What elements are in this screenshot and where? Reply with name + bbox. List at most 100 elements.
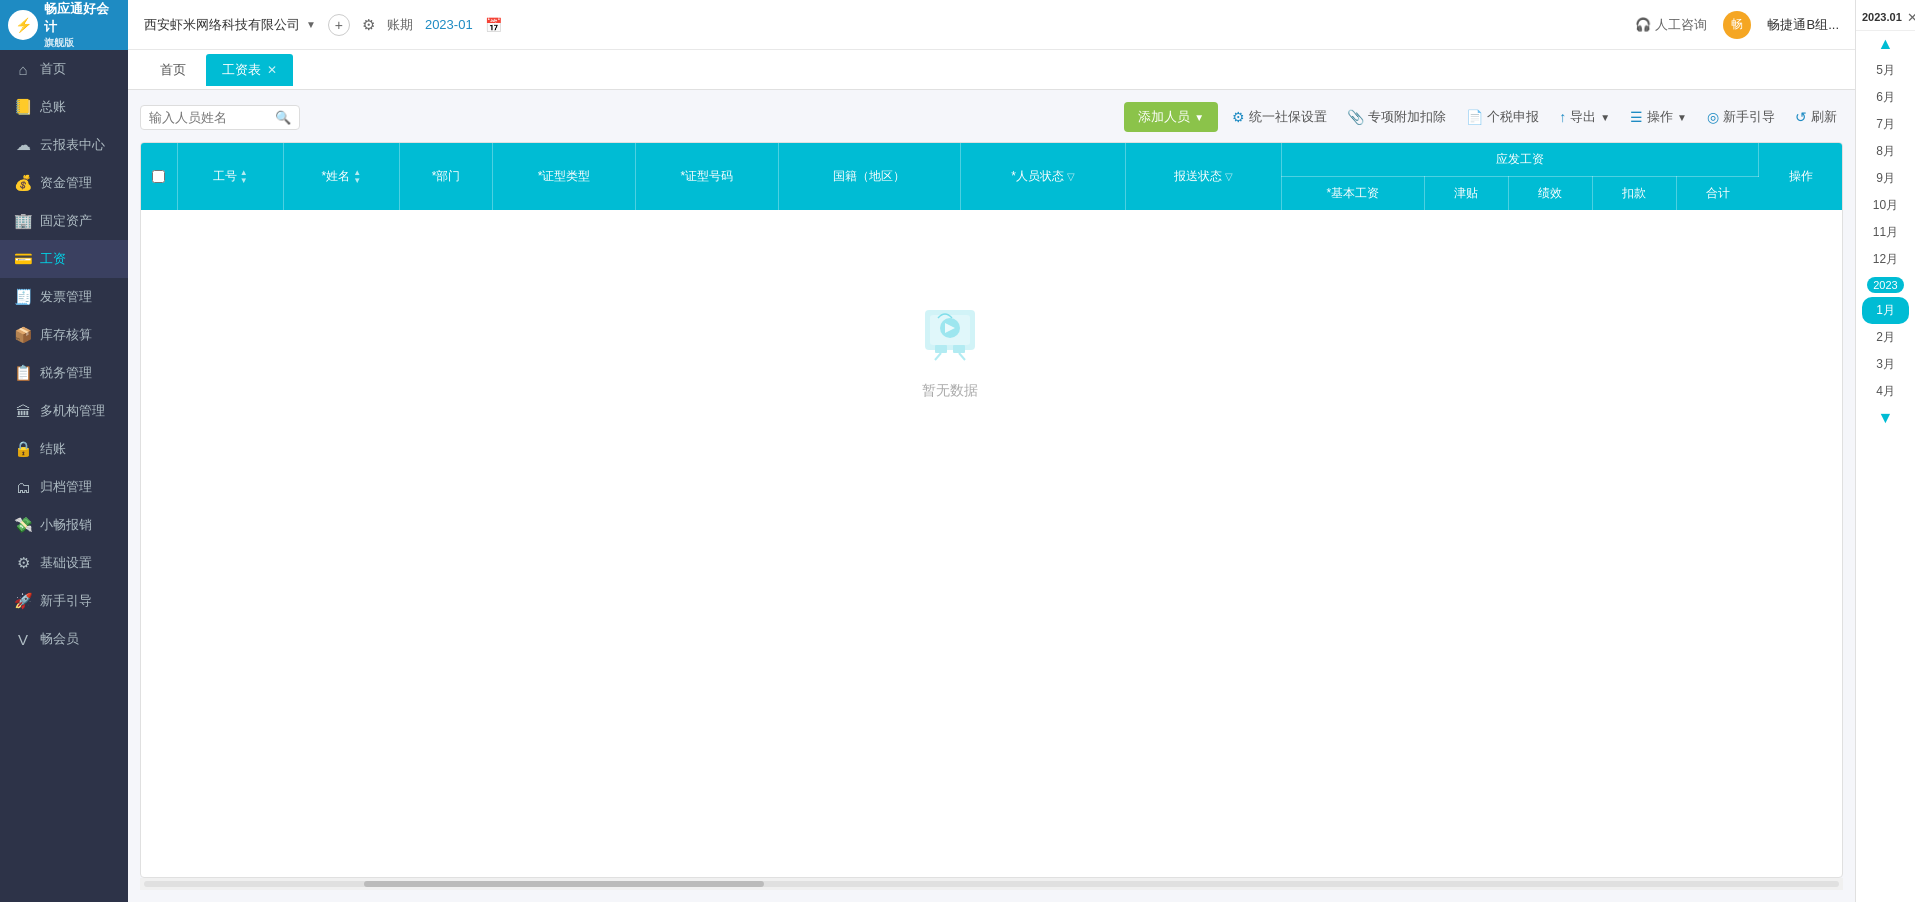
header-right: 🎧 人工咨询 畅 畅捷通B组... — [1635, 11, 1839, 39]
sidebar-label-assets: 固定资产 — [40, 212, 92, 230]
sidebar-item-archive[interactable]: 🗂 归档管理 — [0, 468, 128, 506]
sidebar-item-settings[interactable]: ⚙ 基础设置 — [0, 544, 128, 582]
tab-home[interactable]: 首页 — [144, 54, 202, 86]
export-label: 导出 — [1570, 108, 1596, 126]
support-button[interactable]: 🎧 人工咨询 — [1635, 16, 1707, 34]
sidebar-item-ledger[interactable]: 📒 总账 — [0, 88, 128, 126]
sidebar-item-multi-org[interactable]: 🏛 多机构管理 — [0, 392, 128, 430]
calendar-month-9[interactable]: 9月 — [1856, 165, 1915, 192]
sidebar-label-inventory: 库存核算 — [40, 326, 92, 344]
operations-button[interactable]: ☰ 操作 ▼ — [1624, 104, 1693, 130]
special-deduction-button[interactable]: 📎 专项附加扣除 — [1341, 104, 1452, 130]
tax-icon: 📋 — [14, 364, 32, 382]
personal-tax-label: 个税申报 — [1487, 108, 1539, 126]
guide-icon: 🚀 — [14, 592, 32, 610]
sidebar-item-invoice[interactable]: 🧾 发票管理 — [0, 278, 128, 316]
home-icon: ⌂ — [14, 61, 32, 78]
tab-close-icon[interactable]: ✕ — [267, 63, 277, 77]
export-chevron-icon: ▼ — [1600, 112, 1610, 123]
company-selector[interactable]: 西安虾米网络科技有限公司 ▼ — [144, 16, 316, 34]
calendar-month-3[interactable]: 3月 — [1856, 351, 1915, 378]
svg-rect-4 — [935, 345, 947, 353]
add-person-button[interactable]: 添加人员 ▼ — [1124, 102, 1218, 132]
calendar-year-badge[interactable]: 2023 — [1867, 277, 1903, 293]
calendar-month-2[interactable]: 2月 — [1856, 324, 1915, 351]
sidebar-item-expense[interactable]: 💸 小畅报销 — [0, 506, 128, 544]
refresh-button[interactable]: ↺ 刷新 — [1789, 104, 1843, 130]
social-settings-button[interactable]: ⚙ 统一社保设置 — [1226, 104, 1333, 130]
sidebar-label-invoice: 发票管理 — [40, 288, 92, 306]
calendar-month-4[interactable]: 4月 — [1856, 378, 1915, 405]
sidebar-item-checkout[interactable]: 🔒 结账 — [0, 430, 128, 468]
sidebar-item-member[interactable]: V 畅会员 — [0, 620, 128, 658]
deduction-icon: 📎 — [1347, 109, 1364, 125]
data-table-wrap: 工号 ▲▼ *姓名 ▲▼ *部门 — [140, 142, 1843, 878]
refresh-label: 刷新 — [1811, 108, 1837, 126]
sidebar-item-inventory[interactable]: 📦 库存核算 — [0, 316, 128, 354]
personal-tax-button[interactable]: 📄 个税申报 — [1460, 104, 1545, 130]
cloud-icon: ☁ — [14, 136, 32, 154]
calendar-up-nav[interactable]: ▲ — [1874, 31, 1898, 57]
period-label: 账期 — [387, 16, 413, 34]
select-all-checkbox[interactable] — [152, 170, 165, 183]
sidebar-item-payroll[interactable]: 💳 工资 — [0, 240, 128, 278]
sidebar: ⚡ 畅应通好会计 旗舰版 ⌂ 首页 📒 总账 ☁ 云报表中心 💰 资金管理 🏢 … — [0, 0, 128, 902]
content-area: 🔍 添加人员 ▼ ⚙ 统一社保设置 📎 专项附加扣除 📄 个税申报 — [128, 90, 1855, 902]
social-settings-label: 统一社保设置 — [1249, 108, 1327, 126]
user-avatar: 畅 — [1723, 11, 1751, 39]
settings-gear-icon[interactable]: ⚙ — [362, 16, 375, 34]
search-input[interactable] — [149, 110, 269, 125]
sidebar-label-ledger: 总账 — [40, 98, 66, 116]
horizontal-scrollbar[interactable] — [140, 878, 1843, 890]
sidebar-item-cloud-report[interactable]: ☁ 云报表中心 — [0, 126, 128, 164]
person-status-filter-icon[interactable]: ▽ — [1067, 171, 1075, 182]
calendar-month-10[interactable]: 10月 — [1856, 192, 1915, 219]
calendar-month-11[interactable]: 11月 — [1856, 219, 1915, 246]
user-name[interactable]: 畅捷通B组... — [1767, 16, 1839, 34]
calendar-month-7[interactable]: 7月 — [1856, 111, 1915, 138]
calendar-month-1[interactable]: 1月 — [1862, 297, 1909, 324]
company-name: 西安虾米网络科技有限公司 — [144, 16, 300, 34]
calendar-month-6[interactable]: 6月 — [1856, 84, 1915, 111]
close-panel-button[interactable]: ✕ — [1902, 6, 1915, 28]
app-logo: ⚡ 畅应通好会计 旗舰版 — [0, 0, 128, 50]
social-icon: ⚙ — [1232, 109, 1245, 125]
guide-label: 新手引导 — [1723, 108, 1775, 126]
period-value[interactable]: 2023-01 — [425, 17, 473, 32]
scrollbar-thumb[interactable] — [364, 881, 764, 887]
guide-button[interactable]: ◎ 新手引导 — [1701, 104, 1781, 130]
sidebar-item-assets[interactable]: 🏢 固定资产 — [0, 202, 128, 240]
search-wrap[interactable]: 🔍 — [140, 105, 300, 130]
empty-text: 暂无数据 — [922, 382, 978, 400]
th-ops: 操作 — [1759, 143, 1842, 210]
add-company-button[interactable]: + — [328, 14, 350, 36]
th-cert-type: *证型类型 — [493, 143, 636, 210]
th-payable-group: 应发工资 — [1281, 143, 1759, 177]
add-chevron-icon: ▼ — [1194, 112, 1204, 123]
special-deduction-label: 专项附加扣除 — [1368, 108, 1446, 126]
calendar-month-8[interactable]: 8月 — [1856, 138, 1915, 165]
app-name: 畅应通好会计 — [44, 0, 120, 36]
payroll-table: 工号 ▲▼ *姓名 ▲▼ *部门 — [141, 143, 1842, 480]
th-name: *姓名 ▲▼ — [283, 143, 399, 210]
tab-bar: 首页 工资表 ✕ — [128, 50, 1855, 90]
ledger-icon: 📒 — [14, 98, 32, 116]
add-person-label: 添加人员 — [1138, 108, 1190, 126]
calendar-down-nav[interactable]: ▼ — [1874, 405, 1898, 431]
th-deduction: 扣款 — [1592, 177, 1676, 211]
search-icon: 🔍 — [275, 110, 291, 125]
submit-status-filter-icon[interactable]: ▽ — [1225, 171, 1233, 182]
calendar-month-12[interactable]: 12月 — [1856, 246, 1915, 273]
sidebar-item-tax[interactable]: 📋 税务管理 — [0, 354, 128, 392]
calendar-icon[interactable]: 📅 — [485, 17, 502, 33]
checkbox-header[interactable] — [141, 143, 177, 210]
sidebar-item-guide[interactable]: 🚀 新手引导 — [0, 582, 128, 620]
calendar-month-5[interactable]: 5月 — [1856, 57, 1915, 84]
sidebar-item-home[interactable]: ⌂ 首页 — [0, 50, 128, 88]
th-cert-no: *证型号码 — [636, 143, 779, 210]
archive-icon: 🗂 — [14, 479, 32, 496]
export-button[interactable]: ↑ 导出 ▼ — [1553, 104, 1616, 130]
svg-line-6 — [935, 353, 941, 360]
sidebar-item-funds[interactable]: 💰 资金管理 — [0, 164, 128, 202]
tab-payroll[interactable]: 工资表 ✕ — [206, 54, 293, 86]
